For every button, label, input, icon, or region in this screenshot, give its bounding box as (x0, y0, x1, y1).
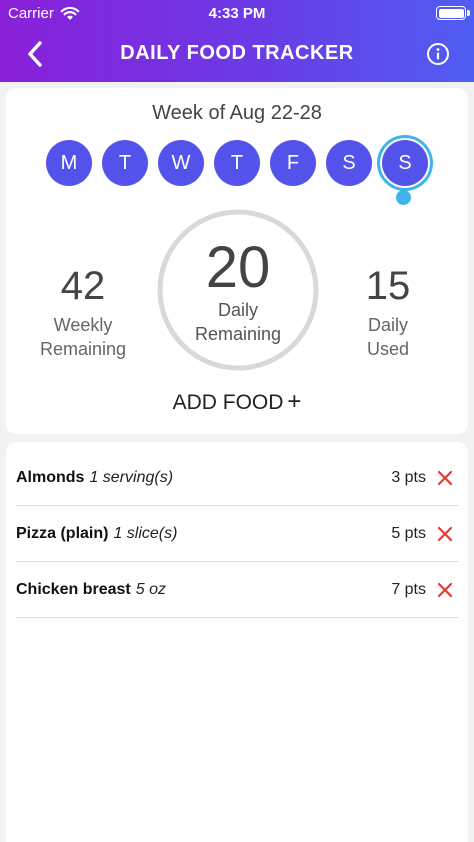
day-button-mon[interactable]: M (46, 140, 92, 186)
day-button-sun[interactable]: S (382, 140, 428, 186)
nav-bar: DAILY FOOD TRACKER (0, 26, 474, 82)
food-list-item: Pizza (plain) 1 slice(s) 5 pts (16, 506, 458, 562)
status-bar: Carrier 4:33 PM (0, 0, 474, 26)
daily-remaining-label-2: Remaining (194, 324, 282, 344)
daily-used-value: 15 (365, 264, 411, 308)
food-points: 7 pts (391, 580, 426, 598)
info-button[interactable] (426, 42, 450, 66)
plus-icon: + (287, 388, 302, 415)
day-button-fri[interactable]: F (270, 140, 316, 186)
day-button-wed[interactable]: W (158, 140, 204, 186)
daily-used-label-2: Used (366, 339, 410, 359)
close-x-icon[interactable] (436, 469, 454, 487)
food-quantity: 5 oz (135, 580, 166, 598)
food-quantity: 1 serving(s) (89, 468, 174, 486)
battery-icon (436, 6, 470, 20)
food-points: 3 pts (391, 468, 426, 486)
day-button-sat[interactable]: S (326, 140, 372, 186)
day-selector: M T W T F S S (46, 140, 428, 186)
weekly-remaining-label-1: Weekly (53, 315, 113, 335)
status-time: 4:33 PM (208, 5, 266, 22)
daily-remaining-label-1: Daily (217, 300, 258, 320)
food-points: 5 pts (391, 524, 426, 542)
weekly-remaining-label-2: Remaining (39, 339, 127, 359)
food-list-item: Almonds 1 serving(s) 3 pts (16, 450, 458, 506)
food-name: Almonds (16, 468, 85, 486)
daily-remaining-value: 20 (205, 235, 271, 300)
daily-used-label-1: Daily (367, 315, 408, 335)
day-button-thu[interactable]: T (214, 140, 260, 186)
food-list-card: Almonds 1 serving(s) 3 pts Pizza (plain)… (6, 442, 468, 842)
page-title: DAILY FOOD TRACKER (120, 42, 354, 64)
close-x-icon[interactable] (436, 581, 454, 599)
weekly-remaining-stat: 42 Weekly Remaining (20, 264, 146, 361)
food-quantity: 1 slice(s) (113, 524, 178, 542)
weekly-remaining-value: 42 (60, 264, 106, 308)
info-icon (427, 43, 449, 65)
close-x-icon[interactable] (436, 525, 454, 543)
week-label: Week of Aug 22-28 (152, 102, 322, 124)
add-food-label: ADD FOOD (172, 391, 284, 414)
summary-card: Week of Aug 22-28 M T W T F S S 42 Weekl… (6, 88, 468, 434)
food-name: Chicken breast (16, 580, 131, 598)
add-food-button[interactable]: ADD FOOD + (6, 388, 468, 416)
daily-used-stat: 15 Daily Used (328, 264, 448, 361)
daily-remaining-stat: 20 Daily Remaining (156, 238, 320, 346)
app-header: Carrier 4:33 PM DAILY FOOD TRACKER (0, 0, 474, 82)
day-button-tue[interactable]: T (102, 140, 148, 186)
food-list-item: Chicken breast 5 oz 7 pts (16, 562, 458, 618)
food-name: Pizza (plain) (16, 524, 109, 542)
selected-day-indicator (396, 190, 411, 205)
